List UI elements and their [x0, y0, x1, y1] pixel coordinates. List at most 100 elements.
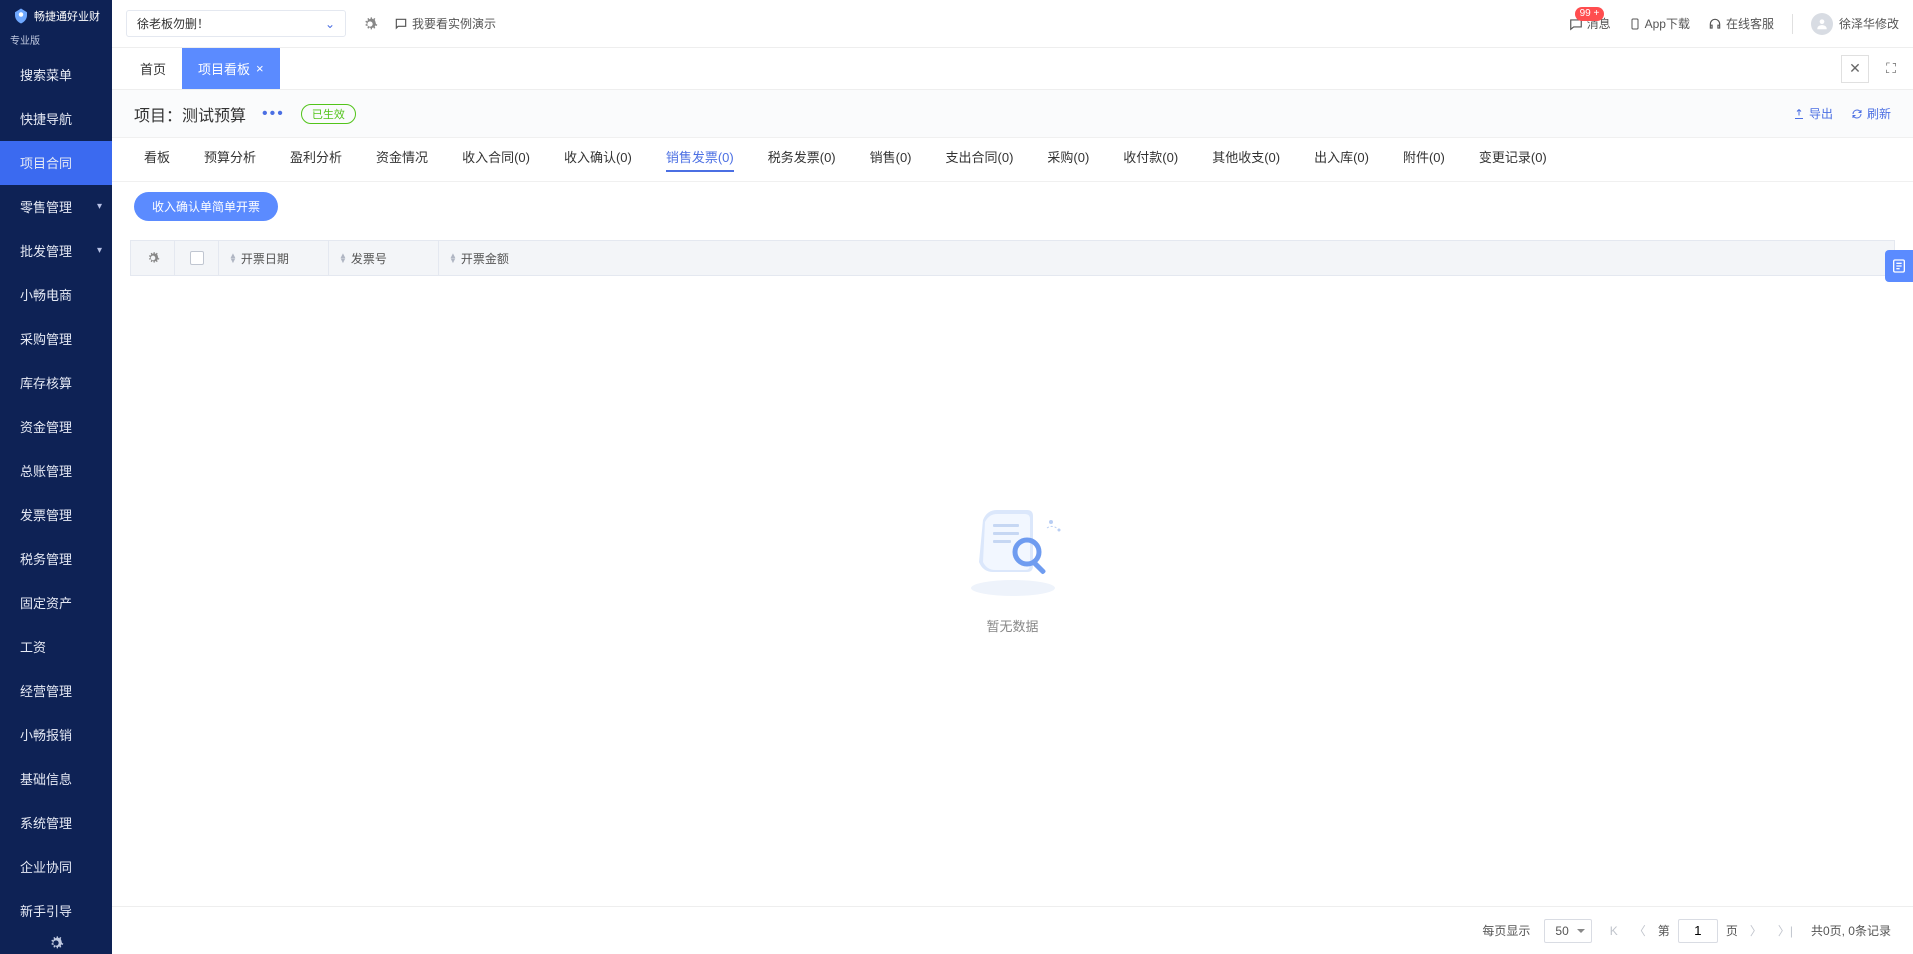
- app-download-button[interactable]: App下载: [1629, 15, 1690, 32]
- sub-tab-10[interactable]: 采购(0): [1047, 147, 1089, 172]
- sidebar-item-6[interactable]: 采购管理: [0, 317, 112, 361]
- refresh-label: 刷新: [1867, 105, 1891, 122]
- last-page-button[interactable]: 〉|: [1774, 920, 1797, 941]
- gear-icon: [48, 935, 64, 951]
- message-button[interactable]: 99 + 消息: [1569, 15, 1611, 32]
- edition-label: 专业版: [0, 32, 112, 53]
- column-invoice-no[interactable]: ▲▼ 发票号: [329, 241, 439, 275]
- select-all-checkbox[interactable]: [190, 251, 204, 265]
- sidebar-item-label: 工资: [20, 637, 46, 656]
- floating-help-button[interactable]: [1885, 250, 1913, 282]
- app-download-label: App下载: [1645, 15, 1690, 32]
- brand-logo-icon: [12, 7, 30, 25]
- tenant-name: 徐老板勿删！: [137, 15, 209, 32]
- user-menu[interactable]: 徐泽华修改: [1811, 13, 1899, 35]
- sub-tab-6[interactable]: 销售发票(0): [666, 147, 734, 172]
- per-page-select[interactable]: 50: [1544, 919, 1591, 943]
- table: ▲▼ 开票日期 ▲▼ 发票号 ▲▼ 开票金额: [130, 240, 1895, 276]
- sidebar-item-17[interactable]: 系统管理: [0, 801, 112, 845]
- per-page-label: 每页显示: [1482, 922, 1530, 939]
- next-page-button[interactable]: 〉: [1746, 920, 1766, 941]
- sidebar-item-1[interactable]: 快捷导航: [0, 97, 112, 141]
- sidebar-item-label: 总账管理: [20, 461, 72, 480]
- sidebar-item-19[interactable]: 新手引导: [0, 889, 112, 933]
- sub-tab-4[interactable]: 收入合同(0): [462, 147, 530, 172]
- fullscreen-button[interactable]: ⛶: [1877, 55, 1905, 83]
- sidebar-item-label: 固定资产: [20, 593, 72, 612]
- sidebar-item-13[interactable]: 工资: [0, 625, 112, 669]
- close-icon[interactable]: ×: [256, 61, 264, 76]
- sidebar-item-14[interactable]: 经营管理: [0, 669, 112, 713]
- status-badge: 已生效: [301, 104, 356, 124]
- sub-tab-3[interactable]: 资金情况: [376, 147, 428, 172]
- sidebar-item-2[interactable]: 项目合同: [0, 141, 112, 185]
- sidebar-item-0[interactable]: 搜索菜单: [0, 53, 112, 97]
- quick-invoice-button[interactable]: 收入确认单简单开票: [134, 192, 278, 221]
- action-bar: 收入确认单简单开票: [112, 182, 1913, 230]
- sidebar-item-7[interactable]: 库存核算: [0, 361, 112, 405]
- sidebar-settings-button[interactable]: [0, 933, 112, 954]
- sidebar-item-11[interactable]: 税务管理: [0, 537, 112, 581]
- sidebar-item-10[interactable]: 发票管理: [0, 493, 112, 537]
- gear-icon: [146, 251, 160, 265]
- sub-tab-8[interactable]: 销售(0): [870, 147, 912, 172]
- sidebar-item-12[interactable]: 固定资产: [0, 581, 112, 625]
- column-invoice-amount[interactable]: ▲▼ 开票金额: [439, 241, 1894, 275]
- sub-tab-14[interactable]: 附件(0): [1403, 147, 1445, 172]
- gear-icon: [362, 16, 378, 32]
- sidebar-item-label: 资金管理: [20, 417, 72, 436]
- sidebar-item-9[interactable]: 总账管理: [0, 449, 112, 493]
- sub-tab-0[interactable]: 看板: [144, 147, 170, 172]
- column-label: 开票日期: [241, 250, 289, 267]
- sidebar-item-label: 采购管理: [20, 329, 72, 348]
- page-input[interactable]: [1678, 919, 1718, 943]
- pagination: 每页显示 50 K 〈 第 页 〉 〉| 共0页, 0条记录: [112, 906, 1913, 954]
- sub-tab-9[interactable]: 支出合同(0): [946, 147, 1014, 172]
- sidebar-item-5[interactable]: 小畅电商: [0, 273, 112, 317]
- page-tab-label: 项目看板: [198, 59, 250, 78]
- divider: [1792, 14, 1793, 34]
- page-tab-0[interactable]: 首页: [124, 48, 182, 89]
- table-header: ▲▼ 开票日期 ▲▼ 发票号 ▲▼ 开票金额: [130, 240, 1895, 276]
- sidebar-item-18[interactable]: 企业协同: [0, 845, 112, 889]
- project-prefix: 项目：: [134, 108, 182, 125]
- sidebar-item-label: 系统管理: [20, 813, 72, 832]
- sub-tab-5[interactable]: 收入确认(0): [564, 147, 632, 172]
- sidebar-item-label: 快捷导航: [20, 109, 72, 128]
- sub-tab-1[interactable]: 预算分析: [204, 147, 256, 172]
- sub-tab-2[interactable]: 盈利分析: [290, 147, 342, 172]
- refresh-button[interactable]: 刷新: [1851, 105, 1891, 122]
- sidebar-item-4[interactable]: 批发管理▾: [0, 229, 112, 273]
- message-badge: 99 +: [1575, 7, 1605, 21]
- column-invoice-date[interactable]: ▲▼ 开票日期: [219, 241, 329, 275]
- tenant-settings-button[interactable]: [358, 12, 382, 36]
- close-tab-button[interactable]: ✕: [1841, 55, 1869, 83]
- note-icon: [1891, 258, 1907, 274]
- column-settings-button[interactable]: [131, 241, 175, 275]
- tenant-selector[interactable]: 徐老板勿删！ ⌄: [126, 10, 346, 37]
- demo-label: 我要看实例演示: [412, 15, 496, 32]
- close-icon: ✕: [1849, 60, 1861, 77]
- more-actions-button[interactable]: •••: [262, 105, 285, 123]
- empty-state: 暂无数据: [112, 500, 1913, 635]
- sub-tab-15[interactable]: 变更记录(0): [1479, 147, 1547, 172]
- online-service-button[interactable]: 在线客服: [1708, 15, 1774, 32]
- page-tab-1[interactable]: 项目看板 ×: [182, 48, 280, 89]
- sidebar-item-3[interactable]: 零售管理▾: [0, 185, 112, 229]
- sidebar-item-label: 库存核算: [20, 373, 72, 392]
- sidebar-item-15[interactable]: 小畅报销: [0, 713, 112, 757]
- sidebar-item-8[interactable]: 资金管理: [0, 405, 112, 449]
- demo-link[interactable]: 我要看实例演示: [394, 15, 496, 32]
- sub-tab-13[interactable]: 出入库(0): [1314, 147, 1369, 172]
- sub-tab-11[interactable]: 收付款(0): [1123, 147, 1178, 172]
- brand-name: 畅捷通好业财: [34, 8, 100, 24]
- first-page-button[interactable]: K: [1606, 922, 1622, 940]
- pagination-summary: 共0页, 0条记录: [1811, 922, 1891, 939]
- sub-tab-7[interactable]: 税务发票(0): [768, 147, 836, 172]
- chevron-down-icon: ⌄: [325, 17, 335, 31]
- sidebar-item-16[interactable]: 基础信息: [0, 757, 112, 801]
- export-button[interactable]: 导出: [1793, 105, 1833, 122]
- sub-tab-12[interactable]: 其他收支(0): [1212, 147, 1280, 172]
- prev-page-button[interactable]: 〈: [1630, 920, 1650, 941]
- sidebar-item-label: 基础信息: [20, 769, 72, 788]
